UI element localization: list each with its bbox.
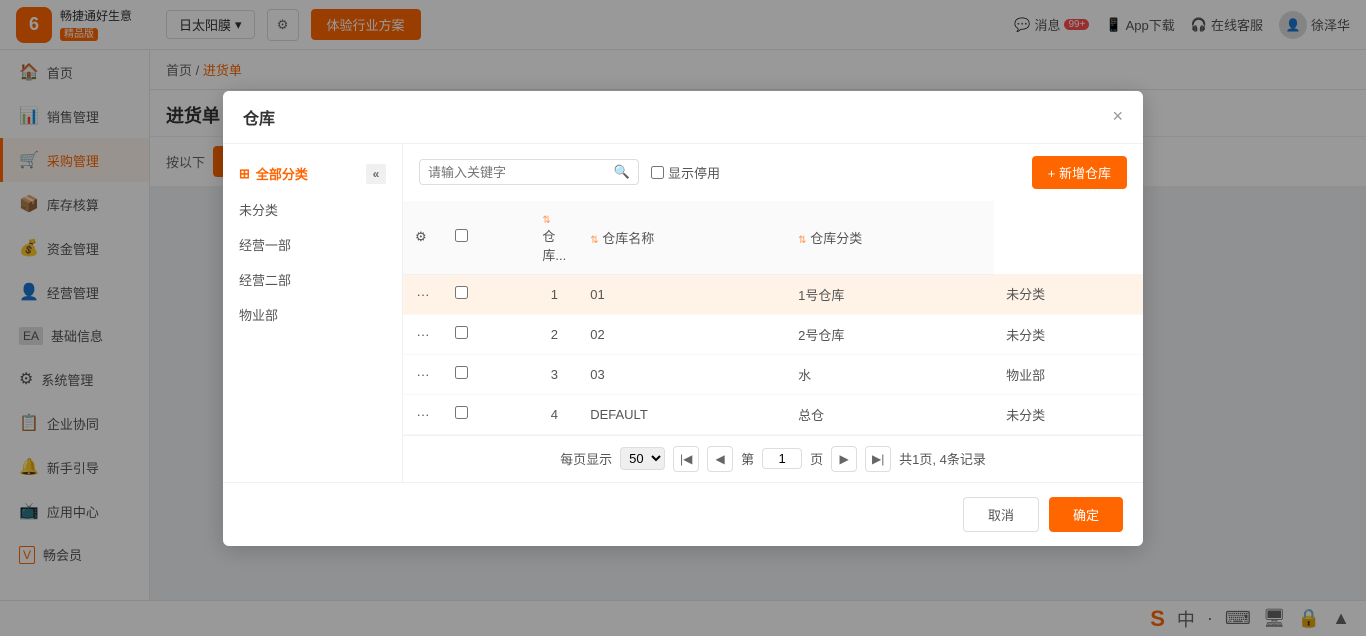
row-num: 2 — [530, 314, 578, 354]
search-icon: 🔍 — [614, 164, 630, 180]
th-name[interactable]: ⇅ 仓库名称 — [578, 201, 786, 275]
category-item-operations1[interactable]: 经营一部 — [223, 227, 402, 262]
next-page-button[interactable]: ▶ — [831, 446, 857, 472]
table-toolbar: 🔍 显示停用 + 新增仓库 — [403, 144, 1143, 201]
row-gear[interactable]: ··· — [403, 274, 443, 314]
cancel-button[interactable]: 取消 — [963, 497, 1039, 532]
row-checkbox[interactable] — [443, 354, 530, 394]
row-code: 02 — [578, 314, 786, 354]
modal-overlay: 仓库 × ⊞ 全部分类 « 未分类 经营一部 经营二部 物业部 — [0, 0, 1366, 636]
row-code: DEFAULT — [578, 394, 786, 434]
row-select-checkbox[interactable] — [455, 286, 468, 299]
grid-icon: ⊞ — [239, 166, 250, 182]
row-num: 4 — [530, 394, 578, 434]
category-panel: ⊞ 全部分类 « 未分类 经营一部 经营二部 物业部 — [223, 144, 403, 482]
modal-body: ⊞ 全部分类 « 未分类 经营一部 经营二部 物业部 🔍 — [223, 144, 1143, 482]
row-name: 水 — [786, 354, 994, 394]
modal-close-button[interactable]: × — [1112, 106, 1123, 127]
confirm-button[interactable]: 确定 — [1049, 497, 1123, 532]
category-item-property[interactable]: 物业部 — [223, 297, 402, 332]
sort-icon-cat: ⇅ — [798, 235, 806, 246]
per-page-select[interactable]: 50 — [620, 447, 665, 470]
row-name: 1号仓库 — [786, 274, 994, 314]
row-category: 未分类 — [994, 274, 1143, 314]
add-warehouse-button[interactable]: + 新增仓库 — [1032, 156, 1127, 189]
warehouse-modal: 仓库 × ⊞ 全部分类 « 未分类 经营一部 经营二部 物业部 — [223, 91, 1143, 546]
table-row[interactable]: ··· 2 02 2号仓库 未分类 — [403, 314, 1143, 354]
row-category: 物业部 — [994, 354, 1143, 394]
modal-footer: 取消 确定 — [223, 482, 1143, 546]
last-page-button[interactable]: ▶| — [865, 446, 891, 472]
sort-icon-name: ⇅ — [590, 235, 598, 246]
table-panel: 🔍 显示停用 + 新增仓库 ⚙ — [403, 144, 1143, 482]
row-select-checkbox[interactable] — [455, 366, 468, 379]
search-input[interactable] — [428, 165, 608, 180]
th-checkbox — [443, 201, 530, 275]
select-all-checkbox[interactable] — [455, 229, 468, 242]
show-disabled-checkbox[interactable] — [651, 166, 664, 179]
row-name: 总仓 — [786, 394, 994, 434]
row-gear[interactable]: ··· — [403, 354, 443, 394]
row-checkbox[interactable] — [443, 314, 530, 354]
pagination: 每页显示 50 |◀ ◀ 第 页 ▶ ▶| 共1页, 4条记录 — [403, 435, 1143, 482]
row-num: 1 — [530, 274, 578, 314]
first-page-button[interactable]: |◀ — [673, 446, 699, 472]
row-gear[interactable]: ··· — [403, 394, 443, 434]
collapse-button[interactable]: « — [366, 164, 386, 184]
show-disabled-toggle[interactable]: 显示停用 — [651, 163, 720, 182]
row-code: 01 — [578, 274, 786, 314]
row-category: 未分类 — [994, 394, 1143, 434]
table-body: ··· 1 01 1号仓库 未分类 ··· 2 02 2号仓库 未分类 ··· … — [403, 274, 1143, 434]
th-gear: ⚙ — [403, 201, 443, 275]
category-item-unclassified[interactable]: 未分类 — [223, 192, 402, 227]
row-gear[interactable]: ··· — [403, 314, 443, 354]
table-scroll: ⚙ ⇅ 仓库... ⇅ 仓库名称 — [403, 201, 1143, 435]
page-input[interactable] — [762, 448, 802, 469]
th-code[interactable]: ⇅ 仓库... — [530, 201, 578, 275]
table-header: ⚙ ⇅ 仓库... ⇅ 仓库名称 — [403, 201, 1143, 275]
row-checkbox[interactable] — [443, 394, 530, 434]
row-select-checkbox[interactable] — [455, 406, 468, 419]
row-name: 2号仓库 — [786, 314, 994, 354]
row-checkbox[interactable] — [443, 274, 530, 314]
sort-icon-code: ⇅ — [542, 215, 550, 226]
warehouse-table: ⚙ ⇅ 仓库... ⇅ 仓库名称 — [403, 201, 1143, 435]
prev-page-button[interactable]: ◀ — [707, 446, 733, 472]
row-num: 3 — [530, 354, 578, 394]
row-select-checkbox[interactable] — [455, 326, 468, 339]
modal-title: 仓库 — [243, 105, 275, 129]
search-box: 🔍 — [419, 159, 639, 185]
th-category[interactable]: ⇅ 仓库分类 — [786, 201, 994, 275]
category-item-operations2[interactable]: 经营二部 — [223, 262, 402, 297]
table-row[interactable]: ··· 4 DEFAULT 总仓 未分类 — [403, 394, 1143, 434]
table-row[interactable]: ··· 3 03 水 物业部 — [403, 354, 1143, 394]
row-code: 03 — [578, 354, 786, 394]
row-category: 未分类 — [994, 314, 1143, 354]
table-row[interactable]: ··· 1 01 1号仓库 未分类 — [403, 274, 1143, 314]
category-all[interactable]: ⊞ 全部分类 « — [223, 156, 402, 192]
modal-header: 仓库 × — [223, 91, 1143, 144]
